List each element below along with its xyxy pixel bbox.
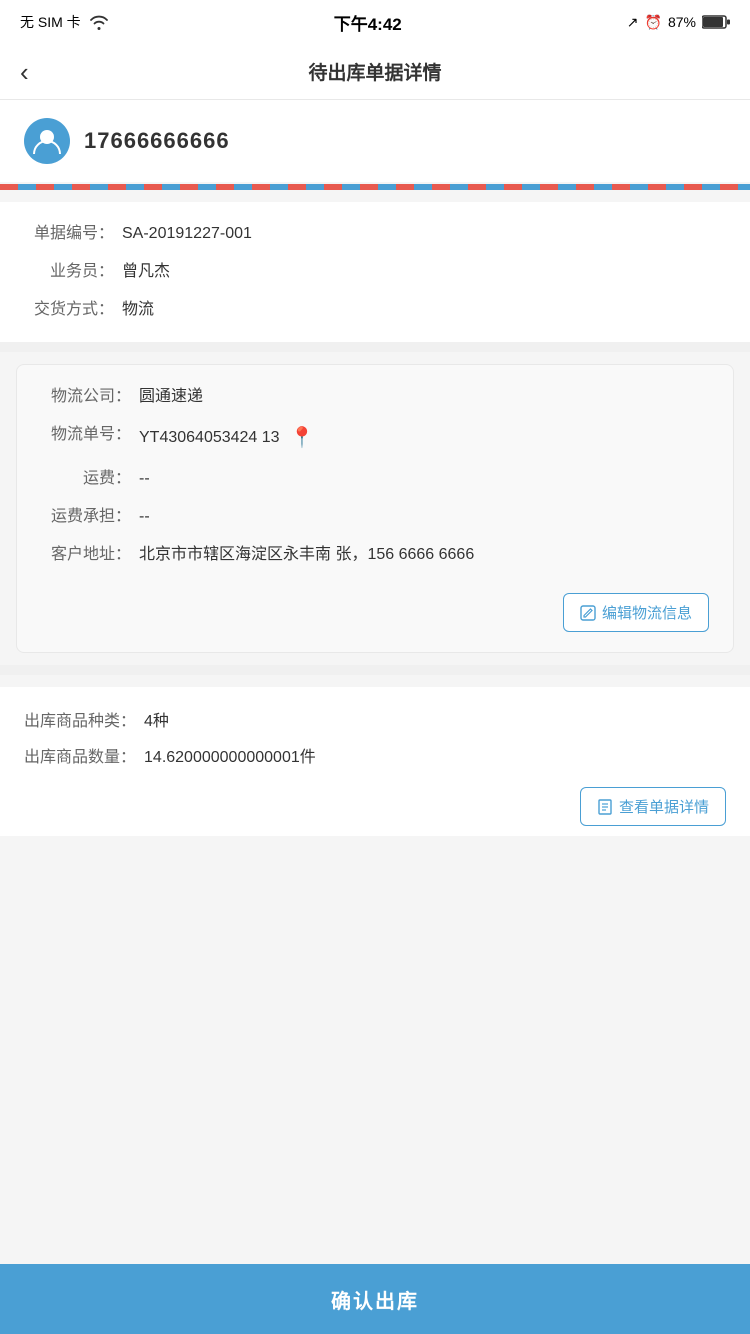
logistics-tracking-row: 物流单号： YT43064053424 13 📍 xyxy=(41,423,709,453)
logistics-tracking-value: YT43064053424 13 📍 xyxy=(139,423,709,453)
logistics-company-row: 物流公司： 圆通速递 xyxy=(41,385,709,409)
logistics-company-label: 物流公司： xyxy=(41,385,131,409)
view-btn-container: 查看单据详情 xyxy=(24,779,726,826)
edit-logistics-button[interactable]: 编辑物流信息 xyxy=(563,593,709,632)
freight-label: 运费： xyxy=(41,467,131,491)
confirm-outbound-button[interactable]: 确认出库 xyxy=(0,1264,750,1334)
delivery-method-label: 交货方式： xyxy=(24,298,114,322)
goods-quantity-label: 出库商品数量： xyxy=(24,743,136,767)
avatar xyxy=(24,118,70,164)
delivery-method-row: 交货方式： 物流 xyxy=(24,298,726,322)
goods-quantity-value: 14.620000000000001件 xyxy=(144,743,316,767)
direction-icon: ↗ xyxy=(627,14,639,31)
salesperson-row: 业务员： 曾凡杰 xyxy=(24,260,726,284)
section-divider-1 xyxy=(0,342,750,352)
user-header: 17666666666 xyxy=(0,100,750,182)
document-number-row: 单据编号： SA-20191227-001 xyxy=(24,222,726,246)
location-icon[interactable]: 📍 xyxy=(290,423,315,453)
goods-type-label: 出库商品种类： xyxy=(24,707,136,731)
logistics-tracking-label: 物流单号： xyxy=(41,423,131,447)
user-phone: 17666666666 xyxy=(84,128,230,154)
wifi-icon xyxy=(89,15,109,30)
freight-bearer-value: -- xyxy=(139,505,709,529)
section-divider-2 xyxy=(0,665,750,675)
freight-value: -- xyxy=(139,467,709,491)
address-value: 北京市市辖区海淀区永丰南 张，156 6666 6666 xyxy=(139,543,709,567)
freight-bearer-row: 运费承担： -- xyxy=(41,505,709,529)
edit-btn-container: 编辑物流信息 xyxy=(41,581,709,632)
document-number-value: SA-20191227-001 xyxy=(122,222,726,246)
address-row: 客户地址： 北京市市辖区海淀区永丰南 张，156 6666 6666 xyxy=(41,543,709,567)
dashed-divider xyxy=(0,184,750,190)
goods-quantity-row: 出库商品数量： 14.620000000000001件 xyxy=(24,743,726,767)
status-time: 下午4:42 xyxy=(334,10,402,35)
nav-bar: ‹ 待出库单据详情 xyxy=(0,44,750,100)
status-bar: 无 SIM 卡 下午4:42 ↗ ⏰ 87% xyxy=(0,0,750,44)
battery-icon xyxy=(702,15,730,29)
goods-section: 出库商品种类： 4种 出库商品数量： 14.620000000000001件 查… xyxy=(0,687,750,836)
freight-bearer-label: 运费承担： xyxy=(41,505,131,529)
status-right: ↗ ⏰ 87% xyxy=(627,14,730,31)
back-button[interactable]: ‹ xyxy=(20,59,29,85)
goods-type-row: 出库商品种类： 4种 xyxy=(24,707,726,731)
delivery-method-value: 物流 xyxy=(122,298,726,322)
view-detail-button[interactable]: 查看单据详情 xyxy=(580,787,726,826)
alarm-icon: ⏰ xyxy=(645,14,662,31)
goods-type-value: 4种 xyxy=(144,707,169,731)
salesperson-label: 业务员： xyxy=(24,260,114,284)
status-left: 无 SIM 卡 xyxy=(20,12,109,32)
person-icon xyxy=(32,126,62,156)
sim-status: 无 SIM 卡 xyxy=(20,12,81,32)
order-info-section: 单据编号： SA-20191227-001 业务员： 曾凡杰 交货方式： 物流 xyxy=(0,202,750,342)
page-title: 待出库单据详情 xyxy=(308,58,441,85)
battery-percent: 87% xyxy=(668,14,696,30)
edit-icon xyxy=(580,605,596,621)
document-number-label: 单据编号： xyxy=(24,222,114,246)
address-label: 客户地址： xyxy=(41,543,131,567)
document-icon xyxy=(597,799,613,815)
logistics-company-value: 圆通速递 xyxy=(139,385,709,409)
logistics-section: 物流公司： 圆通速递 物流单号： YT43064053424 13 📍 运费： … xyxy=(16,364,734,653)
freight-row: 运费： -- xyxy=(41,467,709,491)
salesperson-value: 曾凡杰 xyxy=(122,260,726,284)
bottom-spacer xyxy=(0,836,750,1036)
